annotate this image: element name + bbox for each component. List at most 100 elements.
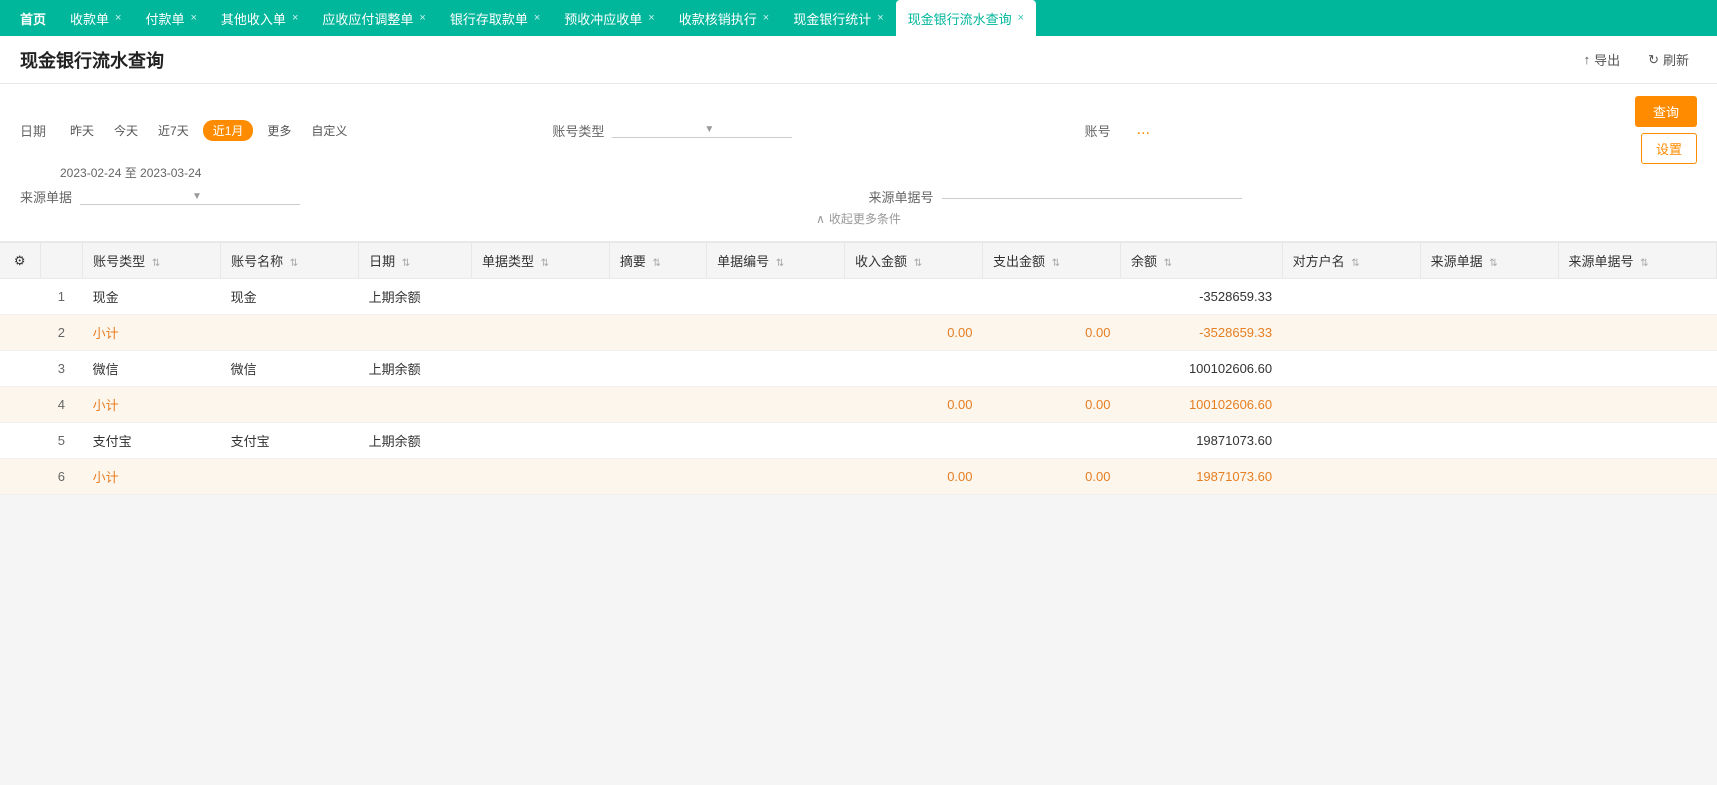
header-actions: ↑ 导出 ↻ 刷新 <box>1576 46 1697 73</box>
col-source-doc-no-label: 来源单据号 <box>1569 254 1634 269</box>
query-button[interactable]: 查询 <box>1635 96 1697 127</box>
sort-icon-3: ⇅ <box>402 258 410 269</box>
account-no-filter: 账号 ... <box>1085 121 1597 140</box>
nav-tab-1[interactable]: 付款单 × <box>133 0 208 36</box>
cell-gear <box>0 315 40 351</box>
refresh-button[interactable]: ↻ 刷新 <box>1640 46 1697 73</box>
cell-date: 上期余额 <box>359 351 472 387</box>
account-type-filter: 账号类型 ▼ <box>552 121 1064 140</box>
nav-bar: 首页 收款单 × 付款单 × 其他收入单 × 应收应付调整单 × 银行存取款单 … <box>0 0 1717 36</box>
date-btn-today[interactable]: 今天 <box>108 120 144 141</box>
nav-tab-3[interactable]: 应收应付调整单 × <box>310 0 437 36</box>
source-doc-select[interactable]: ▼ <box>80 189 300 205</box>
cell-summary <box>609 315 706 351</box>
cell-balance: 100102606.60 <box>1120 387 1282 423</box>
cell-balance: 100102606.60 <box>1120 351 1282 387</box>
col-doc-no[interactable]: 单据编号 ⇅ <box>707 243 845 279</box>
cell-income <box>845 423 983 459</box>
cell-balance: 19871073.60 <box>1120 459 1282 495</box>
sort-icon-10: ⇅ <box>1351 258 1359 269</box>
close-icon[interactable]: × <box>877 12 883 24</box>
close-icon[interactable]: × <box>115 12 121 24</box>
chevron-down-icon: ▼ <box>704 124 784 135</box>
date-btn-yesterday[interactable]: 昨天 <box>64 120 100 141</box>
account-no-dots[interactable]: ... <box>1129 121 1158 139</box>
cell-gear <box>0 459 40 495</box>
cell-summary <box>609 423 706 459</box>
cell-doc-type <box>471 279 609 315</box>
col-doc-type[interactable]: 单据类型 ⇅ <box>471 243 609 279</box>
close-icon[interactable]: × <box>292 12 298 24</box>
date-btn-custom[interactable]: 自定义 <box>305 120 353 141</box>
nav-tab-4[interactable]: 银行存取款单 × <box>438 0 552 36</box>
col-balance-label: 余额 <box>1131 254 1157 269</box>
col-date[interactable]: 日期 ⇅ <box>359 243 472 279</box>
close-icon[interactable]: × <box>763 12 769 24</box>
account-type-select[interactable]: ▼ <box>612 122 792 138</box>
close-icon[interactable]: × <box>419 12 425 24</box>
col-counterparty-label: 对方户名 <box>1293 254 1345 269</box>
col-income-label: 收入金额 <box>855 254 907 269</box>
table-row[interactable]: 5支付宝支付宝上期余额19871073.60 <box>0 423 1717 459</box>
date-btn-more[interactable]: 更多 <box>261 120 297 141</box>
table-row[interactable]: 1现金现金上期余额-3528659.33 <box>0 279 1717 315</box>
col-summary[interactable]: 摘要 ⇅ <box>609 243 706 279</box>
close-icon[interactable]: × <box>1018 12 1024 24</box>
close-icon[interactable]: × <box>190 12 196 24</box>
table-row[interactable]: 2小计0.000.00-3528659.33 <box>0 315 1717 351</box>
nav-tab-8[interactable]: 现金银行流水查询 × <box>896 0 1036 36</box>
settings-button[interactable]: 设置 <box>1641 133 1697 164</box>
nav-tab-0[interactable]: 收款单 × <box>58 0 133 36</box>
cell-counterparty <box>1282 315 1420 351</box>
table-row[interactable]: 4小计0.000.00100102606.60 <box>0 387 1717 423</box>
col-account-name[interactable]: 账号名称 ⇅ <box>221 243 359 279</box>
close-icon[interactable]: × <box>648 12 654 24</box>
date-btn-1month[interactable]: 近1月 <box>203 120 254 141</box>
cell-expense: 0.00 <box>983 459 1121 495</box>
cell-account-type: 小计 <box>83 315 221 351</box>
col-balance[interactable]: 余额 ⇅ <box>1120 243 1282 279</box>
cell-counterparty <box>1282 279 1420 315</box>
col-date-label: 日期 <box>369 254 395 269</box>
cell-doc-no <box>707 423 845 459</box>
col-account-type-label: 账号类型 <box>93 254 145 269</box>
cell-no: 1 <box>40 279 83 315</box>
nav-tab-5[interactable]: 预收冲应收单 × <box>552 0 666 36</box>
table-row[interactable]: 3微信微信上期余额100102606.60 <box>0 351 1717 387</box>
cell-doc-no <box>707 387 845 423</box>
nav-tab-6[interactable]: 收款核销执行 × <box>667 0 781 36</box>
cell-gear <box>0 351 40 387</box>
cell-date: 上期余额 <box>359 423 472 459</box>
cell-doc-no <box>707 459 845 495</box>
nav-tab-7[interactable]: 现金银行统计 × <box>781 0 895 36</box>
col-source-doc-no[interactable]: 来源单据号 ⇅ <box>1558 243 1716 279</box>
close-icon[interactable]: × <box>534 12 540 24</box>
cell-gear <box>0 423 40 459</box>
cell-source-doc <box>1420 387 1558 423</box>
cell-balance: -3528659.33 <box>1120 279 1282 315</box>
table-row[interactable]: 6小计0.000.0019871073.60 <box>0 459 1717 495</box>
nav-home[interactable]: 首页 <box>8 0 58 36</box>
cell-source-doc <box>1420 315 1558 351</box>
source-doc-no-input[interactable] <box>942 194 1242 199</box>
col-counterparty[interactable]: 对方户名 ⇅ <box>1282 243 1420 279</box>
cell-summary <box>609 351 706 387</box>
col-gear[interactable]: ⚙ <box>0 243 40 279</box>
cell-income: 0.00 <box>845 315 983 351</box>
col-source-doc-label: 来源单据 <box>1431 254 1483 269</box>
col-expense[interactable]: 支出金额 ⇅ <box>983 243 1121 279</box>
sort-icon-11: ⇅ <box>1489 258 1497 269</box>
cell-balance: -3528659.33 <box>1120 315 1282 351</box>
sort-icon-9: ⇅ <box>1164 258 1172 269</box>
col-account-type[interactable]: 账号类型 ⇅ <box>83 243 221 279</box>
nav-tab-2[interactable]: 其他收入单 × <box>209 0 310 36</box>
export-button[interactable]: ↑ 导出 <box>1576 46 1629 73</box>
col-income[interactable]: 收入金额 ⇅ <box>845 243 983 279</box>
cell-counterparty <box>1282 387 1420 423</box>
cell-income <box>845 351 983 387</box>
date-btn-7days[interactable]: 近7天 <box>152 120 195 141</box>
collapse-bar[interactable]: ∧ 收起更多条件 <box>20 206 1697 233</box>
col-source-doc[interactable]: 来源单据 ⇅ <box>1420 243 1558 279</box>
cell-account-name: 现金 <box>221 279 359 315</box>
cell-account-type: 小计 <box>83 387 221 423</box>
